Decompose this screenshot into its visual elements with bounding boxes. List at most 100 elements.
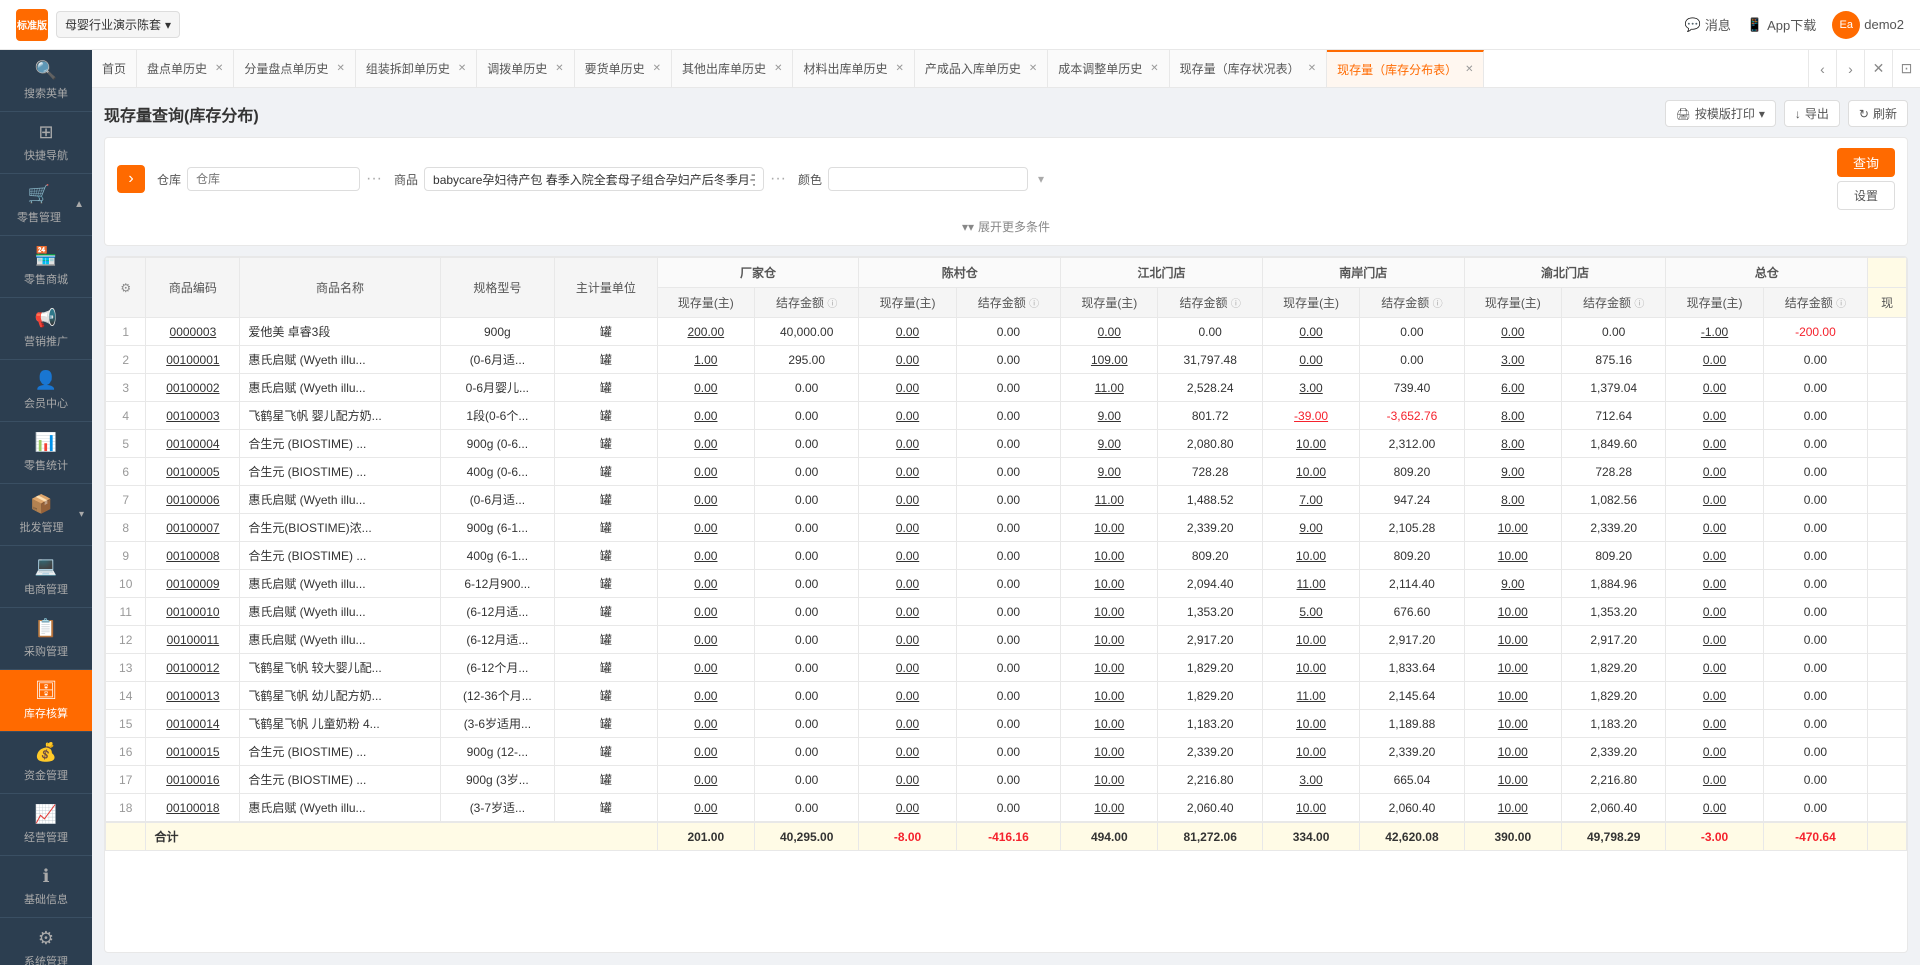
print-btn[interactable]: 🖨 按模版打印 ▾ xyxy=(1665,100,1776,127)
sidebar-item-retail-mall[interactable]: 🏪 零售商城 xyxy=(0,236,92,298)
warehouse-input[interactable] xyxy=(187,167,360,191)
c2-qty[interactable]: 0.00 xyxy=(859,514,956,542)
c1-qty[interactable]: 0.00 xyxy=(657,542,754,570)
sidebar-item-marketing[interactable]: 📢 营销推广 xyxy=(0,298,92,360)
tab-close-btn[interactable]: ✕ xyxy=(1864,50,1892,88)
c1-qty[interactable]: 1.00 xyxy=(657,346,754,374)
c1-qty[interactable]: 0.00 xyxy=(657,766,754,794)
goods-code[interactable]: 00100018 xyxy=(146,794,240,823)
c4-qty[interactable]: 10.00 xyxy=(1262,430,1359,458)
export-btn[interactable]: ↓ 导出 xyxy=(1784,100,1840,127)
tab-next-btn[interactable]: › xyxy=(1836,50,1864,88)
c1-qty[interactable]: 0.00 xyxy=(657,682,754,710)
tot-qty[interactable]: 0.00 xyxy=(1666,514,1763,542)
goods-code[interactable]: 00100001 xyxy=(146,346,240,374)
c5-qty[interactable]: 8.00 xyxy=(1464,402,1561,430)
tab-order[interactable]: 要货单历史 ✕ xyxy=(575,50,672,88)
sidebar-item-retail-mgmt[interactable]: 🛒 零售管理 ▲ xyxy=(0,174,92,236)
sidebar-item-finance[interactable]: 💰 资金管理 xyxy=(0,732,92,794)
c5-qty[interactable]: 10.00 xyxy=(1464,710,1561,738)
c4-qty[interactable]: 3.00 xyxy=(1262,374,1359,402)
refresh-btn[interactable]: ↻ 刷新 xyxy=(1848,100,1908,127)
tab-assembly[interactable]: 组装拆卸单历史 ✕ xyxy=(356,50,477,88)
c3-qty[interactable]: 9.00 xyxy=(1061,430,1158,458)
tab-cost-adj[interactable]: 成本调整单历史 ✕ xyxy=(1048,50,1169,88)
sidebar-item-purchase[interactable]: 📋 采购管理 xyxy=(0,608,92,670)
c3-qty[interactable]: 10.00 xyxy=(1061,598,1158,626)
filter-toggle-btn[interactable]: › xyxy=(117,165,145,193)
goods-code[interactable]: 00100012 xyxy=(146,654,240,682)
c4-qty[interactable]: 10.00 xyxy=(1262,458,1359,486)
c2-qty[interactable]: 0.00 xyxy=(859,318,956,346)
tot-qty[interactable]: 0.00 xyxy=(1666,570,1763,598)
c1-qty[interactable]: 0.00 xyxy=(657,430,754,458)
c5-qty[interactable]: 10.00 xyxy=(1464,542,1561,570)
c1-qty[interactable]: 0.00 xyxy=(657,710,754,738)
goods-code[interactable]: 00100006 xyxy=(146,486,240,514)
tab-material-out[interactable]: 材料出库单历史 ✕ xyxy=(793,50,914,88)
c1-qty[interactable]: 0.00 xyxy=(657,402,754,430)
c5-qty[interactable]: 10.00 xyxy=(1464,738,1561,766)
sidebar-item-base-info[interactable]: ℹ 基础信息 xyxy=(0,856,92,918)
c5-qty[interactable]: 6.00 xyxy=(1464,374,1561,402)
c1-qty[interactable]: 0.00 xyxy=(657,570,754,598)
color-input[interactable] xyxy=(828,167,1028,191)
close-icon[interactable]: ✕ xyxy=(215,63,223,74)
c2-qty[interactable]: 0.00 xyxy=(859,374,956,402)
goods-code[interactable]: 0000003 xyxy=(146,318,240,346)
sidebar-item-search[interactable]: 🔍 搜索英单 xyxy=(0,50,92,112)
c3-qty[interactable]: 10.00 xyxy=(1061,570,1158,598)
query-btn[interactable]: 查询 xyxy=(1837,148,1895,177)
c3-qty[interactable]: 10.00 xyxy=(1061,654,1158,682)
tot-qty[interactable]: 0.00 xyxy=(1666,598,1763,626)
tot-qty[interactable]: 0.00 xyxy=(1666,794,1763,823)
c5-qty[interactable]: 8.00 xyxy=(1464,430,1561,458)
close-icon[interactable]: ✕ xyxy=(1465,64,1473,75)
c3-qty[interactable]: 0.00 xyxy=(1061,318,1158,346)
tab-prev-btn[interactable]: ‹ xyxy=(1808,50,1836,88)
tot-qty[interactable]: 0.00 xyxy=(1666,738,1763,766)
sidebar-item-ecommerce[interactable]: 💻 电商管理 xyxy=(0,546,92,608)
table-wrapper[interactable]: ⚙ 商品编码 商品名称 规格型号 主计量单位 厂家仓 陈村仓 江北门店 南岸门店… xyxy=(105,257,1907,952)
c2-qty[interactable]: 0.00 xyxy=(859,626,956,654)
c5-qty[interactable]: 9.00 xyxy=(1464,570,1561,598)
tot-qty[interactable]: 0.00 xyxy=(1666,626,1763,654)
close-icon[interactable]: ✕ xyxy=(653,63,661,74)
close-icon[interactable]: ✕ xyxy=(1029,63,1037,74)
c4-qty[interactable]: 11.00 xyxy=(1262,570,1359,598)
goods-code[interactable]: 00100005 xyxy=(146,458,240,486)
goods-code[interactable]: 00100008 xyxy=(146,542,240,570)
close-icon[interactable]: ✕ xyxy=(895,63,903,74)
c2-qty[interactable]: 0.00 xyxy=(859,346,956,374)
c5-qty[interactable]: 10.00 xyxy=(1464,654,1561,682)
tot-qty[interactable]: 0.00 xyxy=(1666,346,1763,374)
c3-qty[interactable]: 10.00 xyxy=(1061,626,1158,654)
goods-code[interactable]: 00100009 xyxy=(146,570,240,598)
c3-qty[interactable]: 10.00 xyxy=(1061,738,1158,766)
sidebar-item-operations[interactable]: 📈 经营管理 xyxy=(0,794,92,856)
c1-qty[interactable]: 0.00 xyxy=(657,458,754,486)
c1-qty[interactable]: 0.00 xyxy=(657,738,754,766)
c1-qty[interactable]: 0.00 xyxy=(657,514,754,542)
app-download-btn[interactable]: 📱 App下载 xyxy=(1747,15,1816,34)
c3-qty[interactable]: 9.00 xyxy=(1061,402,1158,430)
c3-qty[interactable]: 9.00 xyxy=(1061,458,1158,486)
sidebar-item-inventory[interactable]: 🗄 库存核算 xyxy=(0,670,92,732)
c4-qty[interactable]: 10.00 xyxy=(1262,794,1359,823)
warehouse-dots[interactable]: ··· xyxy=(366,170,382,188)
c4-qty[interactable]: 10.00 xyxy=(1262,710,1359,738)
c4-qty[interactable]: 0.00 xyxy=(1262,346,1359,374)
c1-qty[interactable]: 0.00 xyxy=(657,374,754,402)
c5-qty[interactable]: 10.00 xyxy=(1464,794,1561,823)
c1-qty[interactable]: 0.00 xyxy=(657,626,754,654)
goods-code[interactable]: 00100004 xyxy=(146,430,240,458)
c4-qty[interactable]: 3.00 xyxy=(1262,766,1359,794)
message-btn[interactable]: 💬 消息 xyxy=(1685,15,1731,34)
goods-code[interactable]: 00100010 xyxy=(146,598,240,626)
c3-qty[interactable]: 109.00 xyxy=(1061,346,1158,374)
sidebar-item-wholesale[interactable]: 📦 批发管理 ▾ xyxy=(0,484,92,546)
tab-inventory-status[interactable]: 现存量（库存状况表） ✕ xyxy=(1170,50,1327,88)
tab-product-in[interactable]: 产成品入库单历史 ✕ xyxy=(915,50,1048,88)
c2-qty[interactable]: 0.00 xyxy=(859,486,956,514)
tab-home[interactable]: 首页 xyxy=(92,50,137,88)
